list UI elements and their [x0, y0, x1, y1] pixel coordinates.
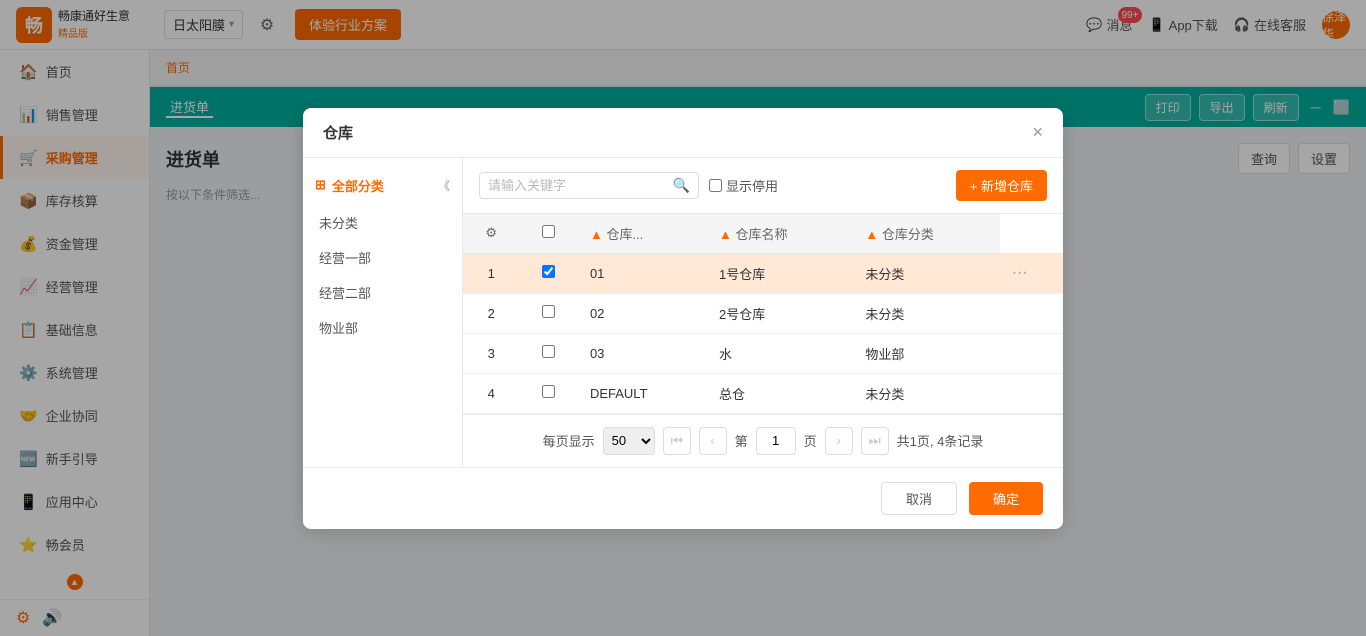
- search-input[interactable]: [488, 178, 667, 193]
- next-page-btn[interactable]: ›: [825, 427, 853, 455]
- collapse-icon[interactable]: 《: [438, 177, 450, 194]
- category-item-uncategorized[interactable]: 未分类: [303, 205, 462, 240]
- row-actions[interactable]: ···: [1000, 253, 1063, 293]
- modal-close-btn[interactable]: ×: [1032, 122, 1043, 143]
- all-category-label: ⊞ 全部分类: [315, 176, 384, 195]
- table-row[interactable]: 4 DEFAULT 总仓 未分类: [463, 373, 1063, 413]
- category-item-property[interactable]: 物业部: [303, 310, 462, 345]
- row-category: 未分类: [853, 373, 999, 413]
- prev-page-btn[interactable]: ‹: [699, 427, 727, 455]
- select-all-checkbox[interactable]: [542, 225, 555, 238]
- row-name: 2号仓库: [707, 293, 853, 333]
- col-category: ▲ 仓库分类: [853, 214, 999, 254]
- show-disabled-label[interactable]: 显示停用: [709, 176, 778, 195]
- row-checkbox[interactable]: [519, 333, 578, 373]
- modal-footer: 取消 确定: [303, 467, 1063, 529]
- search-box: 🔍: [479, 172, 699, 199]
- left-panel-header[interactable]: ⊞ 全部分类 《: [303, 170, 462, 205]
- row-code: DEFAULT: [578, 373, 707, 413]
- table-row[interactable]: 1 01 1号仓库 未分类 ···: [463, 253, 1063, 293]
- modal-body: ⊞ 全部分类 《 未分类 经营一部 经营二部 物业部 🔍: [303, 158, 1063, 467]
- row-checkbox[interactable]: [519, 293, 578, 333]
- search-icon: 🔍: [673, 177, 690, 194]
- sort-icon-cat: ▲: [865, 227, 878, 242]
- row-num: 2: [463, 293, 519, 333]
- modal-overlay[interactable]: 仓库 × ⊞ 全部分类 《 未分类 经营一部 经营二部 物业部: [0, 0, 1366, 636]
- modal-title: 仓库: [323, 122, 353, 143]
- sort-icon: ▲: [590, 227, 603, 242]
- table-row[interactable]: 3 03 水 物业部: [463, 333, 1063, 373]
- row-category: 物业部: [853, 333, 999, 373]
- grid-icon: ⊞: [315, 177, 326, 193]
- table-header-row: ⚙ ▲ 仓库... ▲: [463, 214, 1063, 254]
- row-num: 4: [463, 373, 519, 413]
- row-code: 02: [578, 293, 707, 333]
- confirm-btn[interactable]: 确定: [969, 482, 1043, 515]
- table-row[interactable]: 2 02 2号仓库 未分类: [463, 293, 1063, 333]
- pagination: 每页显示 102050100 ⏮ ‹ 第 页 › ⏭ 共1页, 4条记录: [463, 414, 1063, 467]
- show-disabled-checkbox[interactable]: [709, 179, 722, 192]
- table-wrap: ⚙ ▲ 仓库... ▲: [463, 214, 1063, 414]
- row-name: 总仓: [707, 373, 853, 413]
- modal-header: 仓库 ×: [303, 108, 1063, 158]
- page-input[interactable]: [756, 427, 796, 455]
- row-category: 未分类: [853, 293, 999, 333]
- warehouse-table: ⚙ ▲ 仓库... ▲: [463, 214, 1063, 414]
- col-settings[interactable]: ⚙: [463, 214, 519, 254]
- warehouse-modal: 仓库 × ⊞ 全部分类 《 未分类 经营一部 经营二部 物业部: [303, 108, 1063, 529]
- add-warehouse-btn[interactable]: + 新增仓库: [956, 170, 1047, 201]
- row-name: 1号仓库: [707, 253, 853, 293]
- cancel-btn[interactable]: 取消: [881, 482, 957, 515]
- row-name: 水: [707, 333, 853, 373]
- row-checkbox[interactable]: [519, 373, 578, 413]
- right-toolbar: 🔍 显示停用 + 新增仓库: [463, 158, 1063, 214]
- sort-icon-name: ▲: [719, 227, 732, 242]
- row-num: 3: [463, 333, 519, 373]
- right-panel: 🔍 显示停用 + 新增仓库 ⚙: [463, 158, 1063, 467]
- left-panel: ⊞ 全部分类 《 未分类 经营一部 经营二部 物业部: [303, 158, 463, 467]
- row-code: 01: [578, 253, 707, 293]
- row-num: 1: [463, 253, 519, 293]
- col-checkbox[interactable]: [519, 214, 578, 254]
- col-name: ▲ 仓库名称: [707, 214, 853, 254]
- category-item-operation1[interactable]: 经营一部: [303, 240, 462, 275]
- first-page-btn[interactable]: ⏮: [663, 427, 691, 455]
- row-code: 03: [578, 333, 707, 373]
- row-checkbox[interactable]: [519, 253, 578, 293]
- col-code: ▲ 仓库...: [578, 214, 707, 254]
- row-category: 未分类: [853, 253, 999, 293]
- per-page-select[interactable]: 102050100: [603, 427, 655, 455]
- last-page-btn[interactable]: ⏭: [861, 427, 889, 455]
- category-item-operation2[interactable]: 经营二部: [303, 275, 462, 310]
